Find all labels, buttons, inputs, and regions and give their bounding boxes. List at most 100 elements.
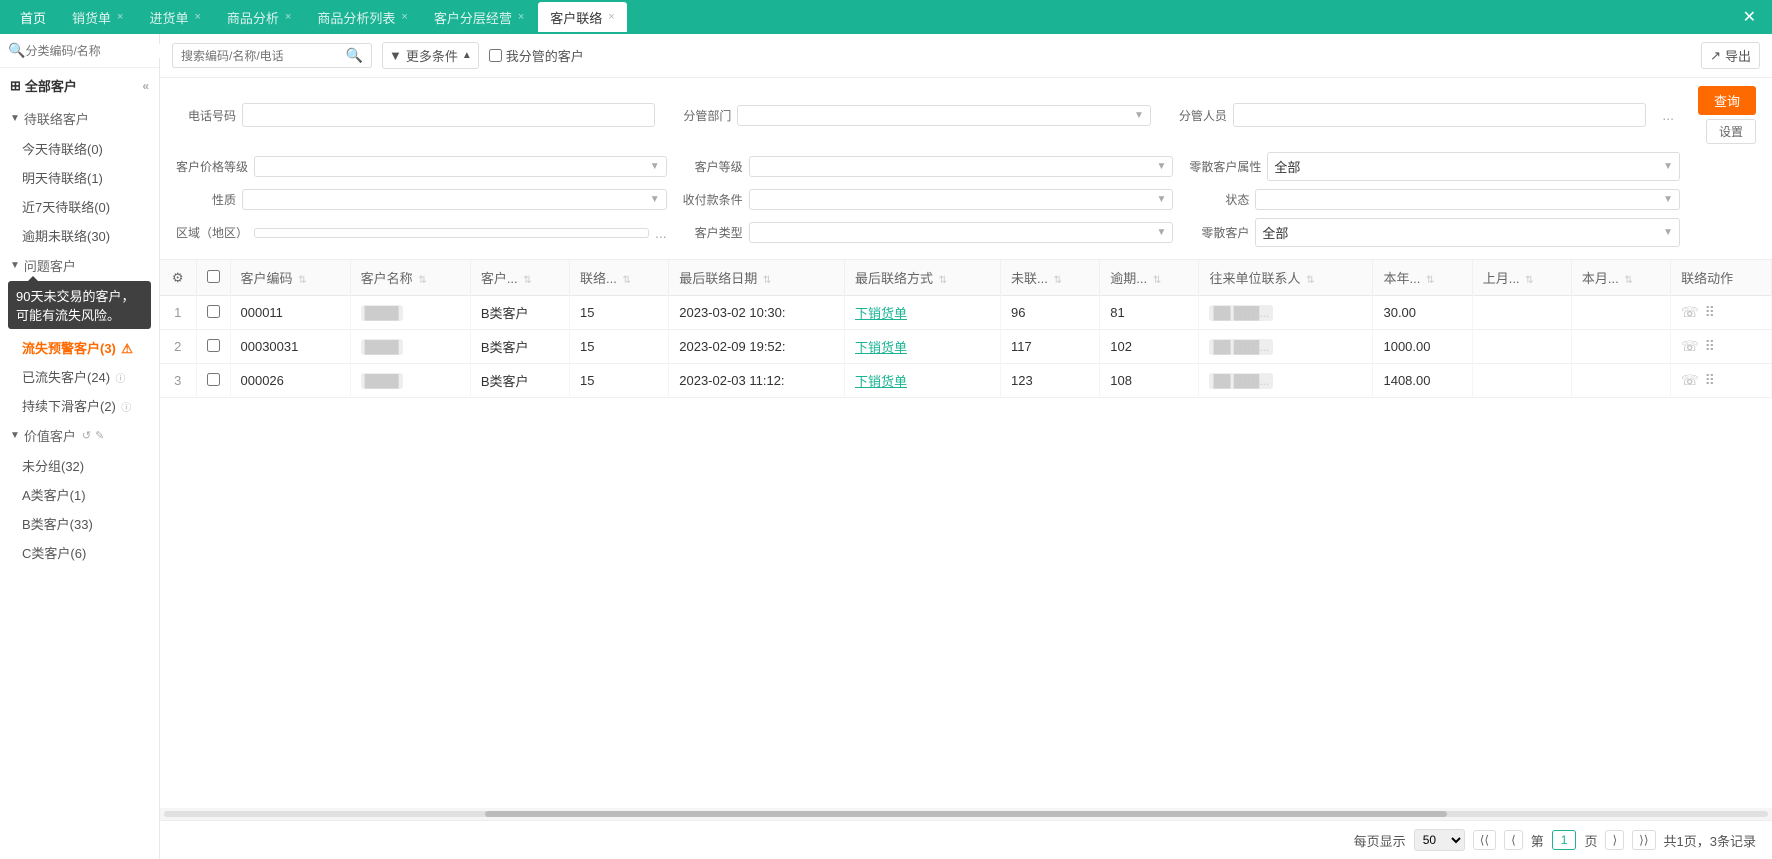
- sort-icon[interactable]: ⇅: [1153, 275, 1161, 286]
- my-customer-check[interactable]: [489, 49, 502, 62]
- sidebar-item-churned[interactable]: 已流失客户(24) ⓘ: [0, 362, 159, 391]
- scrollbar-track[interactable]: [164, 811, 1768, 817]
- sidebar-group-problem-title[interactable]: ▼ 问题客户: [0, 250, 159, 281]
- current-page-display[interactable]: 1: [1552, 830, 1577, 850]
- row-this-year: 1000.00: [1373, 330, 1472, 364]
- tab-analysis[interactable]: 商品分析 ×: [215, 2, 303, 32]
- close-icon[interactable]: ×: [401, 11, 407, 23]
- tab-sales[interactable]: 销货单 ×: [60, 2, 135, 32]
- contact-action-icon[interactable]: ☏: [1681, 304, 1699, 321]
- sidebar-item-7days[interactable]: 近7天待联络(0): [0, 192, 159, 221]
- sort-icon[interactable]: ⇅: [418, 275, 426, 286]
- sidebar-item-a-class[interactable]: A类客户(1): [0, 480, 159, 509]
- filter-zero-attr: 零散客户属性 全部 ▼: [1189, 152, 1680, 181]
- sidebar-group-pending-title[interactable]: ▼ 待联络客户: [0, 103, 159, 134]
- contact-action-icon[interactable]: ☏: [1681, 338, 1699, 355]
- my-customer-checkbox[interactable]: 我分管的客户: [489, 46, 584, 65]
- status-select[interactable]: ▼: [1255, 189, 1680, 210]
- payment-select[interactable]: ▼: [749, 189, 1174, 210]
- tab-purchase[interactable]: 进货单 ×: [137, 2, 212, 32]
- contact-way-link[interactable]: 下销货单: [855, 306, 907, 321]
- filter-more-button[interactable]: ▼ 更多条件 ▲: [382, 42, 479, 69]
- more-action-icon[interactable]: ⠿: [1705, 372, 1715, 389]
- sort-icon[interactable]: ⇅: [1525, 275, 1533, 286]
- filter-icon: ▼: [389, 48, 402, 63]
- main-layout: 🔍 ⊞ 全部客户 « ▼ 待联络客户 今天待联络(0): [0, 34, 1772, 859]
- dept-select[interactable]: ▼: [737, 105, 1150, 126]
- row-checkbox[interactable]: [207, 373, 220, 386]
- sidebar-search-input[interactable]: [25, 44, 180, 58]
- region-select[interactable]: [254, 228, 649, 238]
- edit-icon[interactable]: ✎: [95, 429, 104, 442]
- sort-icon[interactable]: ⇅: [763, 275, 771, 286]
- prev-page-button[interactable]: ⟨: [1504, 830, 1523, 850]
- settings-button[interactable]: 设置: [1706, 119, 1756, 144]
- row-code: 000011: [230, 296, 350, 330]
- search-input[interactable]: [181, 49, 342, 63]
- sidebar-item-today[interactable]: 今天待联络(0): [0, 134, 159, 163]
- row-checkbox[interactable]: [207, 305, 220, 318]
- collapse-icon[interactable]: «: [142, 79, 149, 93]
- region-dots-icon[interactable]: ...: [655, 225, 667, 241]
- zero-attr-select[interactable]: 全部 ▼: [1267, 152, 1680, 181]
- close-icon[interactable]: ×: [194, 11, 200, 23]
- more-action-icon[interactable]: ⠿: [1705, 304, 1715, 321]
- sort-icon[interactable]: ⇅: [1054, 275, 1062, 286]
- row-checkbox[interactable]: [207, 339, 220, 352]
- price-level-select[interactable]: ▼: [254, 156, 667, 177]
- sidebar-item-declining[interactable]: 持续下滑客户(2) ⓘ: [0, 391, 159, 420]
- close-icon[interactable]: ×: [285, 11, 291, 23]
- sort-icon[interactable]: ⇅: [523, 275, 531, 286]
- zero-customer-select[interactable]: 全部 ▼: [1255, 218, 1680, 247]
- sidebar-item-tomorrow[interactable]: 明天待联络(1): [0, 163, 159, 192]
- query-button[interactable]: 查询: [1698, 86, 1756, 115]
- person-input[interactable]: [1233, 103, 1646, 127]
- sort-icon[interactable]: ⇅: [1624, 275, 1632, 286]
- close-icon[interactable]: ×: [608, 11, 614, 23]
- sort-icon[interactable]: ⇅: [298, 275, 306, 286]
- customer-type-select[interactable]: ▼: [749, 222, 1174, 243]
- all-customers-header[interactable]: ⊞ 全部客户 «: [0, 68, 159, 103]
- sort-icon[interactable]: ⇅: [623, 275, 631, 286]
- refresh-icon[interactable]: ↺: [82, 429, 91, 442]
- nature-select[interactable]: ▼: [242, 189, 667, 210]
- contact-way-link[interactable]: 下销货单: [855, 374, 907, 389]
- next-page-button[interactable]: ⟩: [1605, 830, 1624, 850]
- horizontal-scrollbar[interactable]: [160, 808, 1772, 820]
- row-type: B类客户: [470, 364, 569, 398]
- sort-icon[interactable]: ⇅: [1426, 275, 1434, 286]
- dept-label: 分管部门: [671, 107, 731, 124]
- sidebar-item-c-class[interactable]: C类客户(6): [0, 538, 159, 567]
- tab-customer-link[interactable]: 客户联络 ×: [538, 2, 626, 32]
- first-page-button[interactable]: ⟨⟨: [1473, 830, 1496, 850]
- close-icon[interactable]: ×: [117, 11, 123, 23]
- page-size-select[interactable]: 50 100 200: [1414, 829, 1465, 851]
- sort-icon[interactable]: ⇅: [939, 275, 947, 286]
- window-close-button[interactable]: ✕: [1735, 3, 1764, 31]
- sidebar-item-b-class[interactable]: B类客户(33): [0, 509, 159, 538]
- search-button-icon[interactable]: 🔍: [346, 47, 363, 64]
- customer-level-select[interactable]: ▼: [749, 156, 1174, 177]
- sidebar-item-ungrouped[interactable]: 未分组(32): [0, 451, 159, 480]
- contact-way-link[interactable]: 下销货单: [855, 340, 907, 355]
- contact-action-icon[interactable]: ☏: [1681, 372, 1699, 389]
- tab-analysis-list[interactable]: 商品分析列表 ×: [305, 2, 419, 32]
- tab-home[interactable]: 首页: [8, 2, 58, 32]
- sidebar-item-churn-warning[interactable]: 流失预警客户(3) ⚠: [0, 333, 159, 362]
- phone-input[interactable]: [242, 103, 655, 127]
- export-button[interactable]: ↗ 导出: [1701, 42, 1760, 69]
- more-action-icon[interactable]: ⠿: [1705, 338, 1715, 355]
- col-name: 客户名称 ⇅: [350, 260, 470, 296]
- sidebar-group-value-title[interactable]: ▼ 价值客户 ↺ ✎: [0, 420, 159, 451]
- settings-icon[interactable]: ⚙: [172, 270, 184, 285]
- tab-customer-tier[interactable]: 客户分层经营 ×: [422, 2, 536, 32]
- sort-icon[interactable]: ⇅: [1306, 275, 1314, 286]
- sidebar-item-overdue[interactable]: 逾期未联络(30): [0, 221, 159, 250]
- close-icon[interactable]: ×: [518, 11, 524, 23]
- select-all-checkbox[interactable]: [207, 270, 220, 283]
- analysis-list-tab-label: 商品分析列表: [317, 8, 395, 27]
- more-options-icon[interactable]: ...: [1662, 107, 1674, 123]
- last-page-button[interactable]: ⟩⟩: [1632, 830, 1655, 850]
- scrollbar-thumb[interactable]: [485, 811, 1447, 817]
- table-row: 2 00030031 ████ B类客户 15 2023-02-09 19:52…: [160, 330, 1772, 364]
